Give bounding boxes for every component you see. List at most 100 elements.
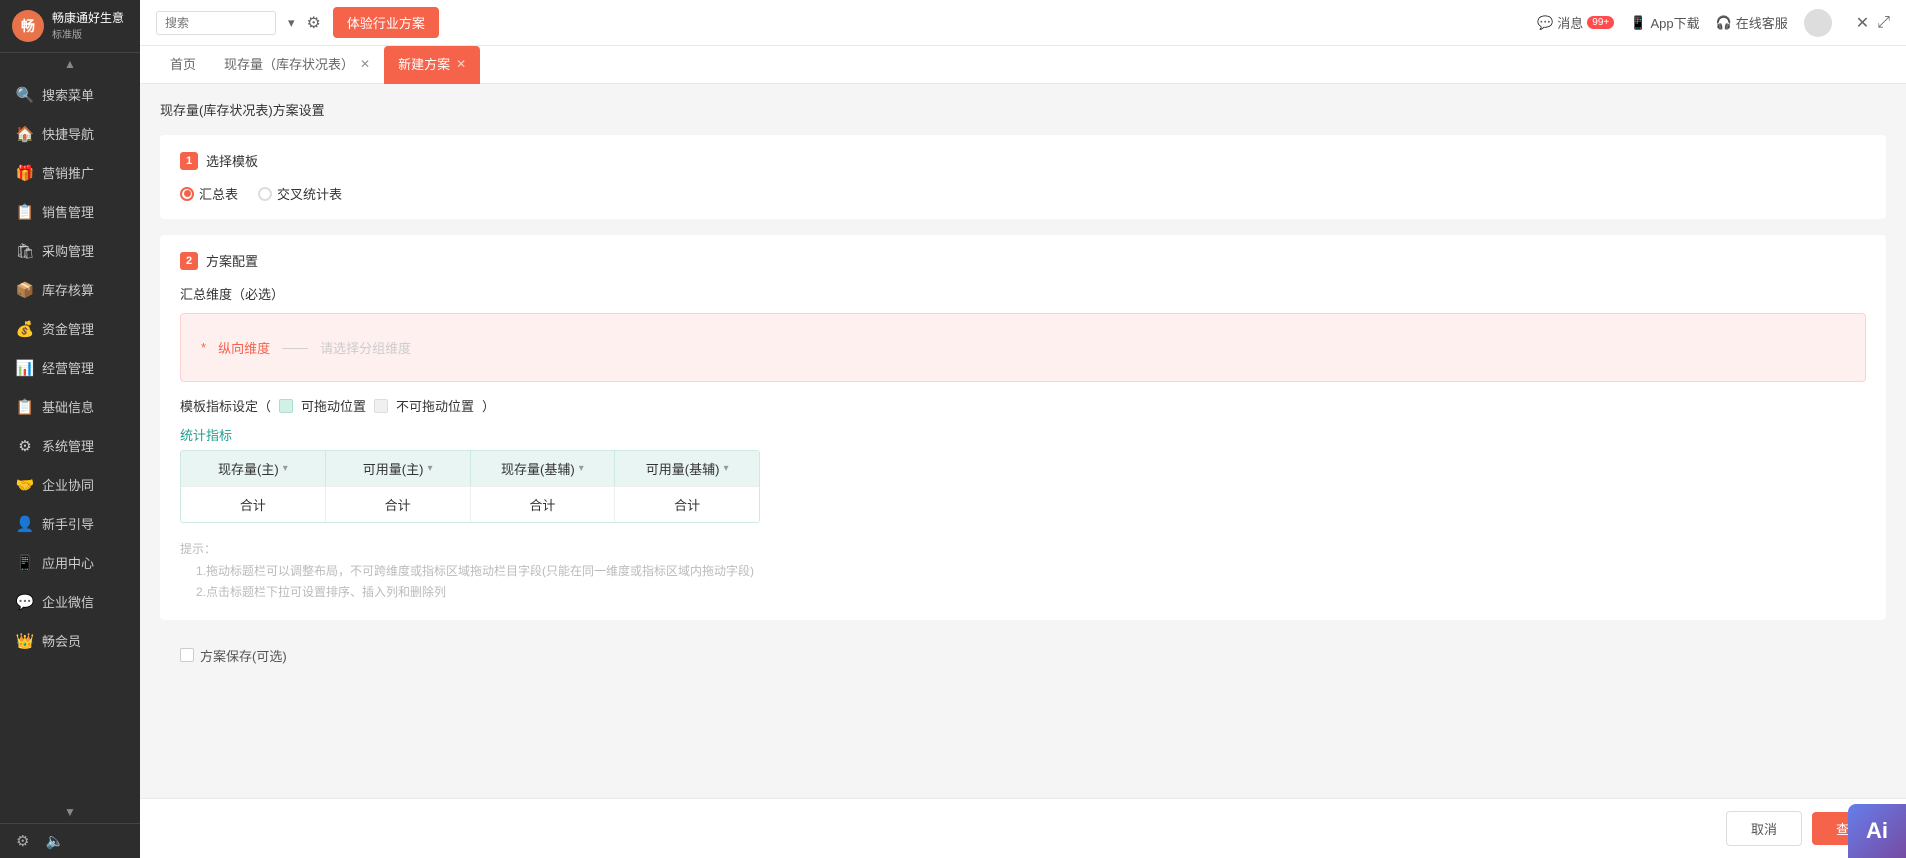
sidebar-item-sales[interactable]: 📋 销售管理 (0, 192, 140, 231)
sidebar-item-wechat[interactable]: 💬 企业微信 (0, 582, 140, 621)
sidebar-item-search-menu[interactable]: 🔍 搜索菜单 (0, 75, 140, 114)
stats-col-0-arrow[interactable]: ▾ (283, 463, 288, 474)
settings-icon[interactable]: ⚙ (16, 832, 29, 850)
app-center-icon: 📱 (16, 554, 34, 572)
step1-badge: 1 (180, 152, 198, 170)
dimension-placeholder: 请选择分组维度 (320, 338, 411, 357)
sidebar-scroll-up[interactable]: ▲ (0, 53, 140, 75)
inventory-tab-close[interactable]: ✕ (360, 57, 370, 71)
cancel-button[interactable]: 取消 (1726, 811, 1802, 846)
home-tab-label: 首页 (170, 54, 196, 73)
sidebar-item-marketing[interactable]: 🎁 营销推广 (0, 153, 140, 192)
sidebar-nav: 🔍 搜索菜单 🏠 快捷导航 🎁 营销推广 📋 销售管理 🛍 采购管理 📦 库存核… (0, 75, 140, 801)
audio-icon[interactable]: 🔈 (45, 832, 64, 850)
window-controls: ✕ ⤢ (1856, 13, 1890, 33)
inventory-icon: 📦 (16, 281, 34, 299)
sidebar-item-system[interactable]: ⚙ 系统管理 (0, 426, 140, 465)
topbar-right: 💬 消息 99+ 📱 App下载 🎧 在线客服 ✕ ⤢ (1537, 9, 1890, 37)
footer-actions: 取消 查询 (140, 798, 1906, 858)
service-label: 在线客服 (1736, 13, 1788, 32)
cta-button[interactable]: 体验行业方案 (333, 7, 439, 38)
service-button[interactable]: 🎧 在线客服 (1716, 13, 1788, 32)
topbar-gear-icon[interactable]: ⚙ (307, 13, 321, 33)
stats-col-2[interactable]: 现存量(基辅) ▾ (471, 451, 616, 486)
sidebar-item-label: 销售管理 (42, 202, 94, 221)
search-input[interactable] (156, 11, 276, 35)
sidebar-item-label: 应用中心 (42, 553, 94, 572)
stats-col-1[interactable]: 可用量(主) ▾ (326, 451, 471, 486)
message-icon: 💬 (1537, 15, 1553, 31)
draggable-legend-label: 可拖动位置 (301, 396, 366, 415)
basic-info-icon: 📋 (16, 398, 34, 416)
sidebar-item-label: 企业微信 (42, 592, 94, 611)
sidebar-item-operations[interactable]: 📊 经营管理 (0, 348, 140, 387)
save-option-bar: 方案保存(可选) (160, 636, 1886, 675)
sidebar-logo: 畅 畅康通好生意 标准版 (0, 0, 140, 53)
step1-label: 选择模板 (206, 151, 258, 170)
section-choose-template: 1 选择模板 汇总表 交叉统计表 (160, 135, 1886, 219)
stats-table: 现存量(主) ▾ 可用量(主) ▾ 现存量(基辅) ▾ 可用量(基辅) ▾ (180, 450, 760, 523)
nodrag-legend-box (374, 399, 388, 413)
save-checkbox-box[interactable] (180, 648, 194, 662)
page-title: 现存量(库存状况表)方案设置 (160, 100, 1886, 119)
app-logo-icon: 畅 (12, 10, 44, 42)
sales-icon: 📋 (16, 203, 34, 221)
sidebar-item-purchase[interactable]: 🛍 采购管理 (0, 231, 140, 270)
sidebar-item-label: 基础信息 (42, 397, 94, 416)
stats-col-3[interactable]: 可用量(基辅) ▾ (615, 451, 759, 486)
sidebar-item-member[interactable]: 👑 畅会员 (0, 621, 140, 660)
page-content: 现存量(库存状况表)方案设置 1 选择模板 汇总表 交叉统计表 2 (140, 84, 1906, 798)
new-plan-tab-close[interactable]: ✕ (456, 57, 466, 71)
sidebar-item-quick-nav[interactable]: 🏠 快捷导航 (0, 114, 140, 153)
sidebar-item-cooperation[interactable]: 🤝 企业协同 (0, 465, 140, 504)
messages-label: 消息 (1557, 13, 1583, 32)
sidebar-item-guide[interactable]: 👤 新手引导 (0, 504, 140, 543)
save-checkbox-label[interactable]: 方案保存(可选) (180, 646, 287, 665)
sidebar-item-finance[interactable]: 💰 资金管理 (0, 309, 140, 348)
nodrag-legend-label: 不可拖动位置 (396, 396, 474, 415)
radio-summary-circle (180, 187, 194, 201)
messages-button[interactable]: 💬 消息 99+ (1537, 13, 1614, 32)
tips-area: 提示： 1.拖动标题栏可以调整布局，不可跨维度或指标区域拖动栏目字段(只能在同一… (180, 539, 1866, 604)
save-option-label: 方案保存(可选) (200, 646, 287, 665)
system-icon: ⚙ (16, 437, 34, 455)
dimension-box[interactable]: * 纵向维度 —— 请选择分组维度 (180, 313, 1866, 382)
sidebar-item-app-center[interactable]: 📱 应用中心 (0, 543, 140, 582)
app-download-button[interactable]: 📱 App下载 (1630, 13, 1699, 32)
indicator-settings-suffix: ） (482, 396, 495, 415)
sidebar: 畅 畅康通好生意 标准版 ▲ 🔍 搜索菜单 🏠 快捷导航 🎁 营销推广 📋 销售… (0, 0, 140, 858)
aggregate-label: 汇总维度（必选） (180, 284, 1866, 303)
ai-badge[interactable]: Ai (1848, 804, 1906, 858)
stats-col-1-arrow[interactable]: ▾ (427, 463, 432, 474)
tab-inventory[interactable]: 现存量（库存状况表） ✕ (210, 46, 384, 84)
topbar-dropdown-arrow[interactable]: ▾ (288, 15, 295, 31)
tab-new-plan[interactable]: 新建方案 ✕ (384, 46, 480, 84)
close-button[interactable]: ✕ (1856, 13, 1869, 33)
sidebar-item-inventory[interactable]: 📦 库存核算 (0, 270, 140, 309)
stats-table-header: 现存量(主) ▾ 可用量(主) ▾ 现存量(基辅) ▾ 可用量(基辅) ▾ (181, 451, 759, 486)
expand-button[interactable]: ⤢ (1877, 14, 1890, 32)
messages-badge: 99+ (1587, 16, 1614, 29)
finance-icon: 💰 (16, 320, 34, 338)
radio-summary[interactable]: 汇总表 (180, 184, 238, 203)
stats-col-2-arrow[interactable]: ▾ (579, 463, 584, 474)
radio-cross-label: 交叉统计表 (277, 184, 342, 203)
radio-cross[interactable]: 交叉统计表 (258, 184, 342, 203)
dimension-required-mark: * (201, 340, 206, 355)
stats-col-0[interactable]: 现存量(主) ▾ (181, 451, 326, 486)
sidebar-scroll-down[interactable]: ▼ (0, 801, 140, 823)
user-avatar[interactable] (1804, 9, 1832, 37)
sidebar-item-label: 畅会员 (42, 631, 81, 650)
stats-col-3-arrow[interactable]: ▾ (723, 463, 728, 474)
sidebar-item-basic-info[interactable]: 📋 基础信息 (0, 387, 140, 426)
dimension-separator: —— (282, 340, 308, 355)
tab-home[interactable]: 首页 (156, 46, 210, 84)
stats-title: 统计指标 (180, 425, 1866, 444)
purchase-icon: 🛍 (16, 242, 34, 260)
dimension-label: 纵向维度 (218, 338, 270, 357)
sidebar-item-label: 搜索菜单 (42, 85, 94, 104)
section-plan-config: 2 方案配置 汇总维度（必选） * 纵向维度 —— 请选择分组维度 模板指标设定… (160, 235, 1886, 620)
dimension-inner: * 纵向维度 —— 请选择分组维度 (201, 338, 1845, 357)
member-icon: 👑 (16, 632, 34, 650)
stats-cell-0-1: 合计 (326, 486, 471, 522)
